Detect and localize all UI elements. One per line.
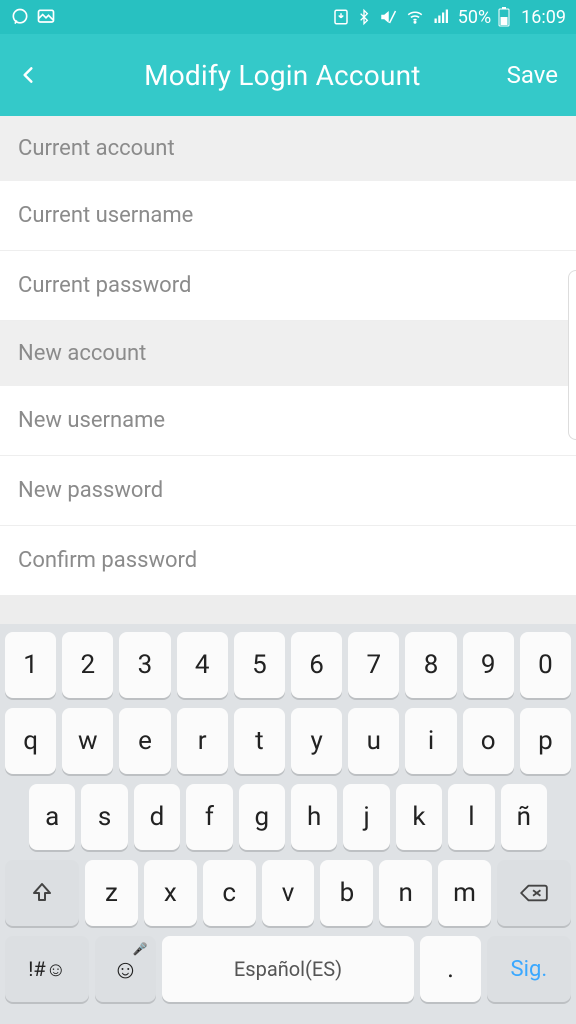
key-j[interactable]: j xyxy=(343,784,389,850)
new-username-input[interactable] xyxy=(18,408,558,433)
key-x[interactable]: x xyxy=(144,860,197,926)
key-l[interactable]: l xyxy=(448,784,494,850)
save-button[interactable]: Save xyxy=(507,61,558,89)
battery-pct: 50% xyxy=(458,7,491,28)
field-new-password[interactable] xyxy=(0,456,576,526)
soft-keyboard: 1234567890 qwertyuiop asdfghjklñ zxcvbnm… xyxy=(0,624,576,1024)
key-q[interactable]: q xyxy=(5,708,56,774)
key-t[interactable]: t xyxy=(234,708,285,774)
key-5[interactable]: 5 xyxy=(234,632,285,698)
shift-key[interactable] xyxy=(5,860,79,926)
key-v[interactable]: v xyxy=(262,860,315,926)
key-row-asdf: asdfghjklñ xyxy=(5,784,571,850)
image-icon xyxy=(36,7,56,27)
key-row-qwerty: qwertyuiop xyxy=(5,708,571,774)
key-i[interactable]: i xyxy=(405,708,456,774)
key-row-numbers: 1234567890 xyxy=(5,632,571,698)
key-row-zxcv: zxcvbnm xyxy=(5,860,571,926)
field-confirm-password[interactable] xyxy=(0,526,576,595)
key-g[interactable]: g xyxy=(239,784,285,850)
field-new-username[interactable] xyxy=(0,386,576,456)
key-6[interactable]: 6 xyxy=(291,632,342,698)
period-key[interactable]: . xyxy=(420,936,480,1002)
key-ñ[interactable]: ñ xyxy=(501,784,547,850)
section-new-account: New account xyxy=(0,321,576,386)
section-current-account: Current account xyxy=(0,116,576,181)
key-s[interactable]: s xyxy=(81,784,127,850)
key-4[interactable]: 4 xyxy=(177,632,228,698)
current-username-input[interactable] xyxy=(18,203,558,228)
key-f[interactable]: f xyxy=(186,784,232,850)
app-header: Modify Login Account Save xyxy=(0,34,576,116)
key-0[interactable]: 0 xyxy=(520,632,571,698)
key-e[interactable]: e xyxy=(119,708,170,774)
key-7[interactable]: 7 xyxy=(348,632,399,698)
status-bar: 50% 16:09 xyxy=(0,0,576,34)
field-current-username[interactable] xyxy=(0,181,576,251)
key-k[interactable]: k xyxy=(396,784,442,850)
key-p[interactable]: p xyxy=(520,708,571,774)
key-w[interactable]: w xyxy=(62,708,113,774)
battery-icon xyxy=(497,7,511,27)
key-row-bottom: !#☺ ☺🎤 Español(ES) . Sig. xyxy=(5,936,571,1002)
spacebar[interactable]: Español(ES) xyxy=(162,936,415,1002)
key-r[interactable]: r xyxy=(177,708,228,774)
page-title: Modify Login Account xyxy=(58,59,507,92)
key-o[interactable]: o xyxy=(463,708,514,774)
scroll-indicator[interactable] xyxy=(568,270,576,440)
key-u[interactable]: u xyxy=(348,708,399,774)
key-z[interactable]: z xyxy=(85,860,138,926)
signal-icon xyxy=(432,8,452,26)
key-h[interactable]: h xyxy=(291,784,337,850)
key-c[interactable]: c xyxy=(203,860,256,926)
emoji-key[interactable]: ☺🎤 xyxy=(95,936,155,1002)
confirm-password-input[interactable] xyxy=(18,548,558,573)
backspace-key[interactable] xyxy=(497,860,571,926)
bluetooth-icon xyxy=(356,8,372,26)
key-3[interactable]: 3 xyxy=(119,632,170,698)
whatsapp-icon xyxy=(10,7,30,27)
key-b[interactable]: b xyxy=(320,860,373,926)
key-m[interactable]: m xyxy=(438,860,491,926)
key-a[interactable]: a xyxy=(29,784,75,850)
new-password-input[interactable] xyxy=(18,478,558,503)
mic-icon: 🎤 xyxy=(133,942,148,956)
key-y[interactable]: y xyxy=(291,708,342,774)
clock: 16:09 xyxy=(521,7,566,28)
back-button[interactable] xyxy=(18,59,58,91)
next-key[interactable]: Sig. xyxy=(487,936,571,1002)
key-8[interactable]: 8 xyxy=(405,632,456,698)
key-n[interactable]: n xyxy=(379,860,432,926)
key-d[interactable]: d xyxy=(134,784,180,850)
download-icon xyxy=(332,8,350,26)
key-2[interactable]: 2 xyxy=(62,632,113,698)
mute-icon xyxy=(378,8,398,26)
key-9[interactable]: 9 xyxy=(463,632,514,698)
symbols-key[interactable]: !#☺ xyxy=(5,936,89,1002)
current-password-input[interactable] xyxy=(18,273,558,298)
field-current-password[interactable] xyxy=(0,251,576,321)
key-1[interactable]: 1 xyxy=(5,632,56,698)
wifi-icon xyxy=(404,8,426,26)
